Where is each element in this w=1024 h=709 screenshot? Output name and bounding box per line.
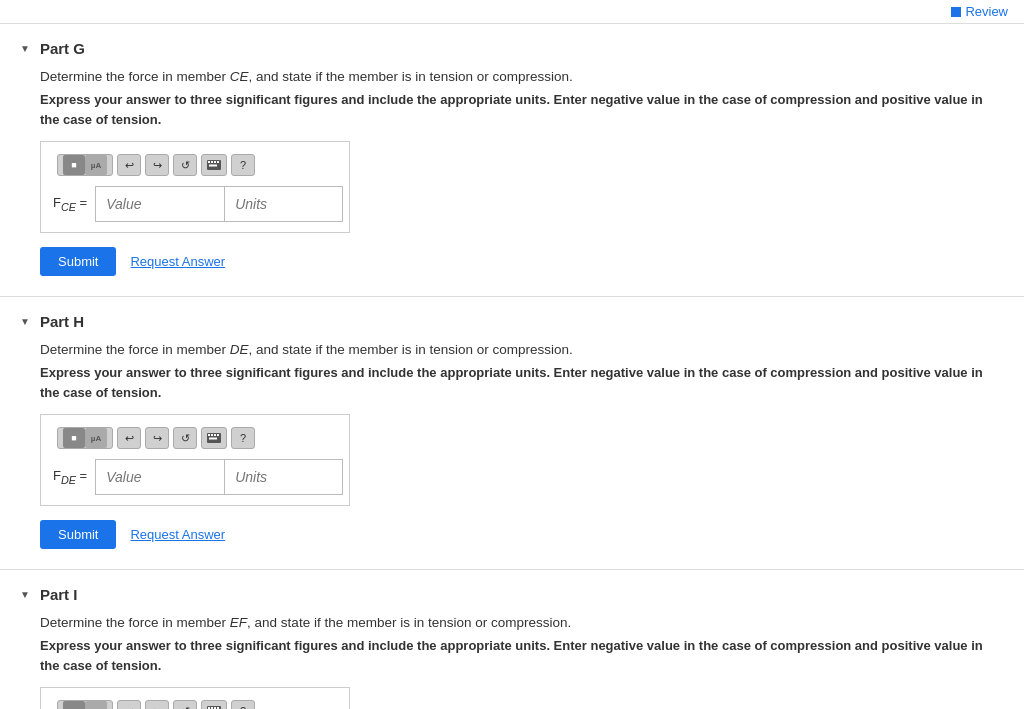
section-header-part-h: ▼ Part H xyxy=(20,313,1004,330)
svg-rect-4 xyxy=(217,161,219,163)
review-link[interactable]: Review xyxy=(951,4,1008,19)
part-title-part-h: Part H xyxy=(40,313,84,330)
input-row-part-g: FCE = xyxy=(53,186,337,222)
part-i: ▼ Part I Determine the force in member E… xyxy=(0,570,1024,709)
btn-row-part-g: Submit Request Answer xyxy=(20,247,1004,276)
part-title-part-i: Part I xyxy=(40,586,78,603)
value-input-part-h[interactable] xyxy=(95,459,225,495)
keyboard-btn-part-i[interactable] xyxy=(201,700,227,709)
review-label: Review xyxy=(965,4,1008,19)
refresh-btn-part-h[interactable]: ↺ xyxy=(173,427,197,449)
help-btn-part-g[interactable]: ? xyxy=(231,154,255,176)
request-answer-btn-part-h[interactable]: Request Answer xyxy=(130,527,225,542)
section-desc-part-h: Determine the force in member DE, and st… xyxy=(20,342,1004,357)
symbol-btn-part-h[interactable]: ■µA xyxy=(57,427,113,449)
symbol-icon-light: µA xyxy=(85,155,107,175)
redo-btn-part-i[interactable]: ↪ xyxy=(145,700,169,709)
input-box-part-i: ■µA ↩ ↪ ↺ ? FEF = xyxy=(40,687,350,709)
submit-btn-part-g[interactable]: Submit xyxy=(40,247,116,276)
keyboard-btn-part-h[interactable] xyxy=(201,427,227,449)
formula-label-part-h: FDE = xyxy=(53,468,87,486)
redo-btn-part-h[interactable]: ↪ xyxy=(145,427,169,449)
input-row-part-h: FDE = xyxy=(53,459,337,495)
symbol-btn-part-i[interactable]: ■µA xyxy=(57,700,113,709)
btn-row-part-h: Submit Request Answer xyxy=(20,520,1004,549)
input-box-part-h: ■µA ↩ ↪ ↺ ? FDE = xyxy=(40,414,350,506)
submit-btn-part-h[interactable]: Submit xyxy=(40,520,116,549)
svg-rect-1 xyxy=(208,161,210,163)
refresh-btn-part-i[interactable]: ↺ xyxy=(173,700,197,709)
units-input-part-h[interactable] xyxy=(225,459,343,495)
svg-rect-2 xyxy=(211,161,213,163)
part-title-part-g: Part G xyxy=(40,40,85,57)
chevron-icon-part-i[interactable]: ▼ xyxy=(20,589,30,600)
input-box-part-g: ■µA ↩ ↪ ↺ ? FCE = xyxy=(40,141,350,233)
part-h: ▼ Part H Determine the force in member D… xyxy=(0,297,1024,570)
part-g: ▼ Part G Determine the force in member C… xyxy=(0,24,1024,297)
chevron-icon-part-g[interactable]: ▼ xyxy=(20,43,30,54)
undo-btn-part-h[interactable]: ↩ xyxy=(117,427,141,449)
section-header-part-i: ▼ Part I xyxy=(20,586,1004,603)
chevron-icon-part-h[interactable]: ▼ xyxy=(20,316,30,327)
svg-rect-10 xyxy=(217,434,219,436)
toolbar-part-h: ■µA ↩ ↪ ↺ ? xyxy=(53,425,337,451)
section-header-part-g: ▼ Part G xyxy=(20,40,1004,57)
symbol-icon-dark: ■ xyxy=(63,428,85,448)
svg-rect-3 xyxy=(214,161,216,163)
toolbar-part-g: ■µA ↩ ↪ ↺ ? xyxy=(53,152,337,178)
undo-btn-part-g[interactable]: ↩ xyxy=(117,154,141,176)
keyboard-btn-part-g[interactable] xyxy=(201,154,227,176)
section-desc-part-i: Determine the force in member EF, and st… xyxy=(20,615,1004,630)
symbol-btn-part-g[interactable]: ■µA xyxy=(57,154,113,176)
symbol-icon-light: µA xyxy=(85,701,107,709)
svg-rect-9 xyxy=(214,434,216,436)
keyboard-icon xyxy=(207,160,221,170)
svg-rect-11 xyxy=(209,438,217,440)
value-input-part-g[interactable] xyxy=(95,186,225,222)
section-desc-part-g: Determine the force in member CE, and st… xyxy=(20,69,1004,84)
symbol-icon-dark: ■ xyxy=(63,701,85,709)
request-answer-btn-part-g[interactable]: Request Answer xyxy=(130,254,225,269)
section-instruction-part-i: Express your answer to three significant… xyxy=(20,636,1004,675)
toolbar-part-i: ■µA ↩ ↪ ↺ ? xyxy=(53,698,337,709)
formula-label-part-g: FCE = xyxy=(53,195,87,213)
symbol-icon-light: µA xyxy=(85,428,107,448)
undo-btn-part-i[interactable]: ↩ xyxy=(117,700,141,709)
svg-rect-7 xyxy=(208,434,210,436)
review-icon xyxy=(951,7,961,17)
section-instruction-part-g: Express your answer to three significant… xyxy=(20,90,1004,129)
refresh-btn-part-g[interactable]: ↺ xyxy=(173,154,197,176)
svg-rect-8 xyxy=(211,434,213,436)
top-bar: Review xyxy=(0,0,1024,24)
help-btn-part-i[interactable]: ? xyxy=(231,700,255,709)
redo-btn-part-g[interactable]: ↪ xyxy=(145,154,169,176)
keyboard-icon xyxy=(207,433,221,443)
svg-rect-5 xyxy=(209,165,217,167)
units-input-part-g[interactable] xyxy=(225,186,343,222)
symbol-icon-dark: ■ xyxy=(63,155,85,175)
help-btn-part-h[interactable]: ? xyxy=(231,427,255,449)
sections-container: ▼ Part G Determine the force in member C… xyxy=(0,24,1024,709)
section-instruction-part-h: Express your answer to three significant… xyxy=(20,363,1004,402)
